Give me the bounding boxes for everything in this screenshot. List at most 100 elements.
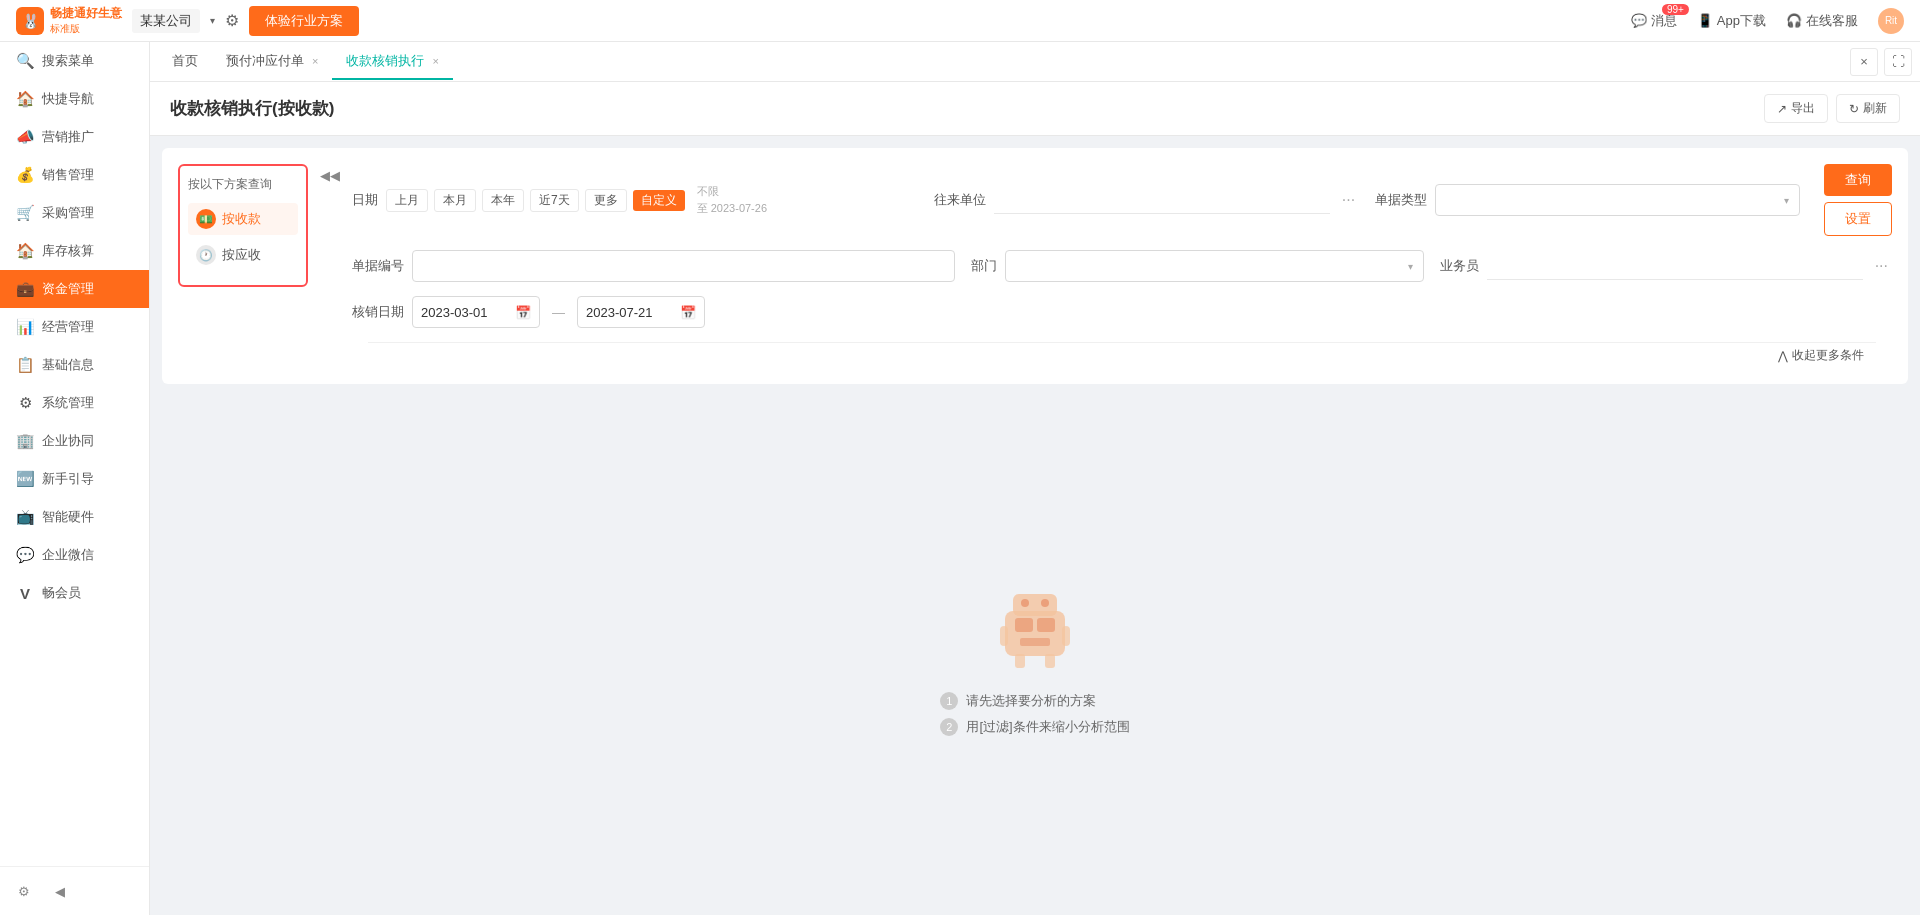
workspace-name[interactable]: 某某公司	[132, 9, 200, 33]
svg-rect-8	[1013, 594, 1057, 616]
doc-no-input[interactable]	[412, 250, 955, 282]
svg-rect-2	[1037, 618, 1055, 632]
dept-arrow-icon: ▾	[1408, 261, 1413, 272]
finance-icon: 💼	[16, 280, 34, 298]
base-icon: 📋	[16, 356, 34, 374]
counterpart-dots-icon[interactable]: ···	[1338, 191, 1359, 209]
sidebar-bottom: ⚙ ◀	[0, 866, 149, 915]
filter-form: 日期 上月 本月 本年 近7天 更多 自定义 不限 至	[352, 164, 1892, 368]
sidebar-item-wecom[interactable]: 💬 企业微信	[0, 536, 149, 574]
filter-container: 按以下方案查询 💵 按收款 🕐 按应收 ◀◀	[150, 136, 1920, 396]
verify-date-end-input[interactable]	[586, 305, 676, 320]
verify-date-end-wrap[interactable]: 📅	[577, 296, 705, 328]
sidebar-item-guide[interactable]: 🆕 新手引导	[0, 460, 149, 498]
sidebar-collapse-button[interactable]: ◀	[46, 877, 74, 905]
tab-expand-button[interactable]: ⛶	[1884, 48, 1912, 76]
svg-rect-4	[1000, 626, 1008, 646]
solution-button[interactable]: 体验行业方案	[249, 6, 359, 36]
sidebar-label-guide: 新手引导	[42, 470, 94, 488]
verify-date-start-cal-icon[interactable]: 📅	[515, 305, 531, 320]
tab-prepay-label: 预付冲应付单	[226, 52, 304, 70]
sidebar-label-purchase: 采购管理	[42, 204, 94, 222]
sidebar-item-enterprise[interactable]: 🏢 企业协同	[0, 422, 149, 460]
content-area: 首页 预付冲应付单 × 收款核销执行 × × ⛶ 收款核销执行(按收款) ↗ 导…	[150, 42, 1920, 915]
workspace-chevron-icon[interactable]: ▾	[210, 15, 215, 26]
sidebar-item-search[interactable]: 🔍 搜索菜单	[0, 42, 149, 80]
collapse-more-button[interactable]: ⋀ 收起更多条件	[368, 342, 1876, 368]
svg-rect-5	[1062, 626, 1070, 646]
message-area[interactable]: 💬 消息 99+	[1631, 12, 1677, 30]
inventory-icon: 🏠	[16, 242, 34, 260]
svg-rect-1	[1015, 618, 1033, 632]
user-avatar[interactable]: Rit	[1878, 8, 1904, 34]
sidebar-item-sales[interactable]: 💰 销售管理	[0, 156, 149, 194]
sidebar-item-marketing[interactable]: 📣 营销推广	[0, 118, 149, 156]
tab-close-button[interactable]: ×	[1850, 48, 1878, 76]
tab-prepay[interactable]: 预付冲应付单 ×	[212, 44, 332, 80]
sidebar-item-quicknav[interactable]: 🏠 快捷导航	[0, 80, 149, 118]
dept-select[interactable]: ▾	[1005, 250, 1423, 282]
sidebar-item-finance[interactable]: 💼 资金管理	[0, 270, 149, 308]
collapse-sidebar-button[interactable]: ◀◀	[320, 168, 340, 183]
filter-option-by-receivable[interactable]: 🕐 按应收	[188, 239, 298, 271]
refresh-button[interactable]: ↻ 刷新	[1836, 94, 1900, 123]
verify-date-end-cal-icon[interactable]: 📅	[680, 305, 696, 320]
export-label: 导出	[1791, 100, 1815, 117]
doc-type-select[interactable]: ▾	[1435, 184, 1800, 216]
tab-prepay-close-icon[interactable]: ×	[312, 55, 318, 67]
filter-row-2: 单据编号 部门 ▾ 业务员	[352, 250, 1892, 282]
custom-date-badge[interactable]: 自定义	[633, 190, 685, 211]
sidebar-item-inventory[interactable]: 🏠 库存核算	[0, 232, 149, 270]
vip-icon: V	[16, 584, 34, 602]
query-button[interactable]: 查询	[1824, 164, 1892, 196]
sidebar-item-ops[interactable]: 📊 经营管理	[0, 308, 149, 346]
date-range-separator: —	[548, 305, 569, 320]
quick-date-last-month[interactable]: 上月	[386, 189, 428, 212]
filter-row-3: 核销日期 📅 — 📅	[352, 296, 1892, 328]
sidebar-label-hardware: 智能硬件	[42, 508, 94, 526]
settings-button[interactable]: 设置	[1824, 202, 1892, 236]
staff-dots-icon[interactable]: ···	[1871, 257, 1892, 275]
app-download-area[interactable]: 📱 App下载	[1697, 12, 1766, 30]
quick-date-this-year[interactable]: 本年	[482, 189, 524, 212]
online-service-area[interactable]: 🎧 在线客服	[1786, 12, 1858, 30]
app-download-label: App下载	[1717, 12, 1766, 30]
tab-receive-close-icon[interactable]: ×	[432, 55, 438, 67]
filter-option-by-receive[interactable]: 💵 按收款	[188, 203, 298, 235]
staff-input[interactable]	[1487, 252, 1863, 280]
counterpart-input[interactable]	[994, 186, 1329, 214]
export-button[interactable]: ↗ 导出	[1764, 94, 1828, 123]
quick-date-7days[interactable]: 近7天	[530, 189, 579, 212]
sidebar-settings-button[interactable]: ⚙	[10, 877, 38, 905]
verify-date-label: 核销日期	[352, 303, 404, 321]
tab-home[interactable]: 首页	[158, 44, 212, 80]
svg-rect-3	[1020, 638, 1050, 646]
logo-text: 畅捷通好生意 标准版	[50, 5, 122, 36]
top-bar-right: 💬 消息 99+ 📱 App下载 🎧 在线客服 Rit	[1631, 8, 1904, 34]
by-receivable-label: 按应收	[222, 246, 261, 264]
service-icon: 🎧	[1786, 13, 1802, 28]
sidebar-label-system: 系统管理	[42, 394, 94, 412]
sidebar-label-vip: 畅会员	[42, 584, 81, 602]
quick-date-this-month[interactable]: 本月	[434, 189, 476, 212]
sidebar-item-base[interactable]: 📋 基础信息	[0, 346, 149, 384]
sidebar: 🔍 搜索菜单 🏠 快捷导航 📣 营销推广 💰 销售管理 🛒 采购管理 🏠 库存核…	[0, 42, 150, 915]
tip-num-1: 1	[940, 692, 958, 710]
gear-icon[interactable]: ⚙	[225, 11, 239, 30]
sidebar-item-purchase[interactable]: 🛒 采购管理	[0, 194, 149, 232]
verify-date-start-input[interactable]	[421, 305, 511, 320]
tip-num-2: 2	[940, 718, 958, 736]
collapse-more-chevron-icon: ⋀	[1778, 349, 1788, 363]
message-badge: 99+	[1662, 4, 1689, 15]
quick-date-more[interactable]: 更多	[585, 189, 627, 212]
sidebar-label-wecom: 企业微信	[42, 546, 94, 564]
sidebar-item-system[interactable]: ⚙ 系统管理	[0, 384, 149, 422]
empty-state: 1 请先选择要分析的方案 2 用[过滤]条件来缩小分析范围	[940, 576, 1129, 736]
verify-date-start-wrap[interactable]: 📅	[412, 296, 540, 328]
sidebar-label-enterprise: 企业协同	[42, 432, 94, 450]
sidebar-item-vip[interactable]: V 畅会员	[0, 574, 149, 612]
sidebar-item-hardware[interactable]: 📺 智能硬件	[0, 498, 149, 536]
date-limit-info: 不限 至 2023-07-26	[697, 184, 767, 216]
tab-receive[interactable]: 收款核销执行 ×	[332, 44, 452, 80]
header-actions: ↗ 导出 ↻ 刷新	[1764, 94, 1900, 123]
